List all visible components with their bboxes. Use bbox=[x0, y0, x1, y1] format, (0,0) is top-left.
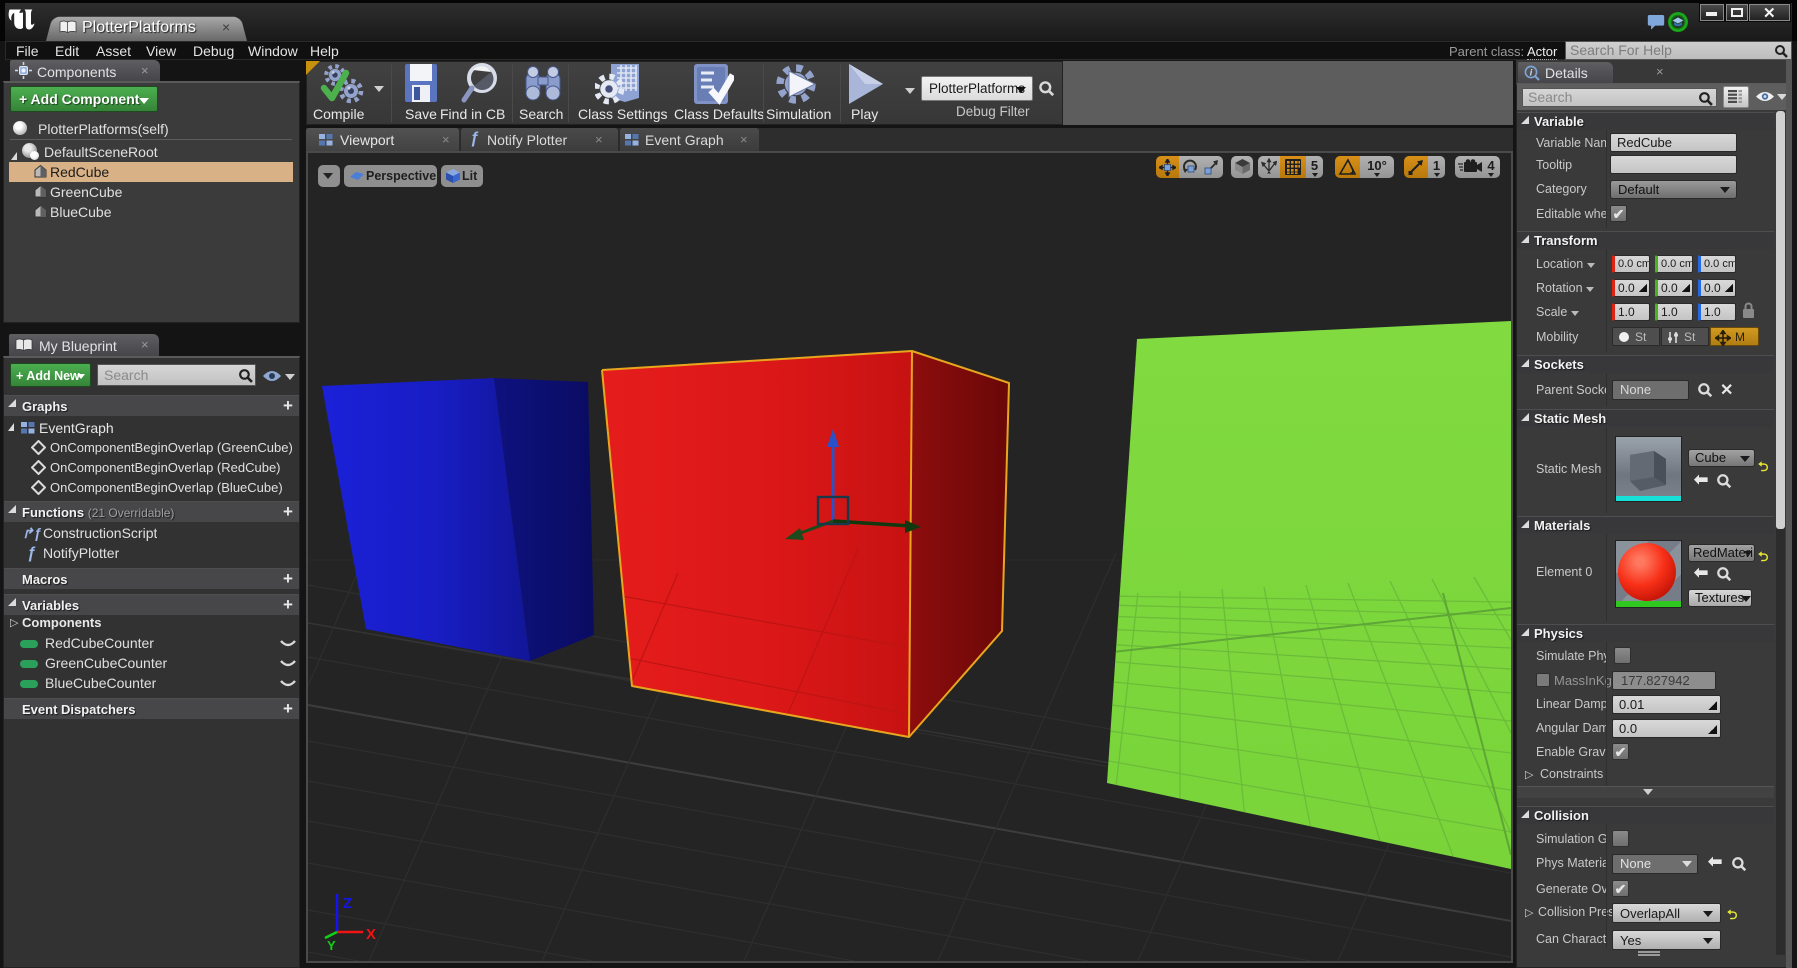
svg-text:Y: Y bbox=[327, 938, 336, 953]
svg-text:i: i bbox=[1530, 68, 1533, 78]
svg-text:X: X bbox=[366, 926, 376, 943]
svg-text:Z: Z bbox=[343, 895, 352, 912]
